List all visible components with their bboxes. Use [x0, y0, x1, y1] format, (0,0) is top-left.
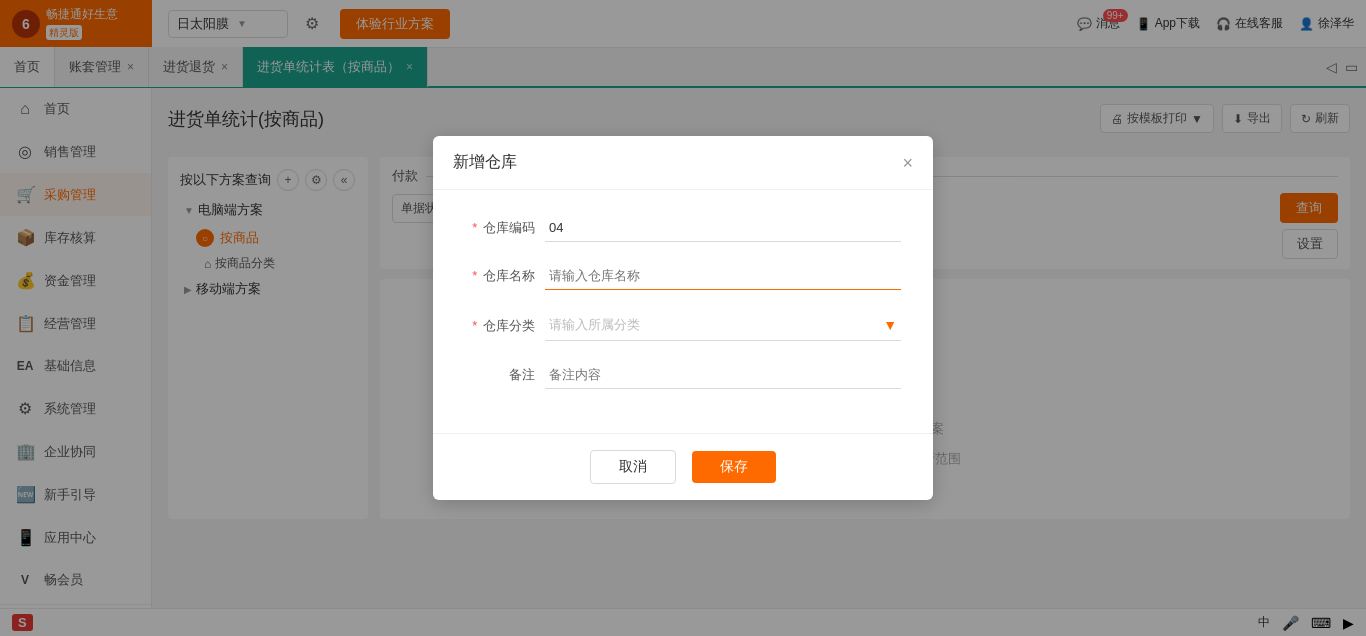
code-required-mark: * [472, 220, 477, 235]
warehouse-code-input[interactable] [545, 214, 901, 242]
name-label: * 仓库名称 [465, 267, 545, 285]
category-required-mark: * [472, 318, 477, 333]
form-row-category: * 仓库分类 请输入所属分类 ▼ [465, 310, 901, 341]
name-required-mark: * [472, 268, 477, 283]
new-warehouse-modal: 新增仓库 × * 仓库编码 * 仓库名称 [433, 136, 933, 500]
modal-overlay: 新增仓库 × * 仓库编码 * 仓库名称 [0, 0, 1366, 636]
category-arrow-icon: ▼ [883, 317, 897, 333]
category-placeholder: 请输入所属分类 [549, 316, 883, 334]
modal-header: 新增仓库 × [433, 136, 933, 190]
remark-label: 备注 [465, 366, 545, 384]
category-label: * 仓库分类 [465, 317, 545, 335]
modal-title: 新增仓库 [453, 152, 517, 173]
code-label: * 仓库编码 [465, 219, 545, 237]
warehouse-remark-input[interactable] [545, 361, 901, 389]
warehouse-name-input[interactable] [545, 262, 901, 290]
form-row-remark: 备注 [465, 361, 901, 389]
category-select[interactable]: 请输入所属分类 ▼ [545, 310, 901, 341]
form-row-name: * 仓库名称 [465, 262, 901, 290]
form-row-code: * 仓库编码 [465, 214, 901, 242]
cancel-button[interactable]: 取消 [590, 450, 676, 484]
save-button[interactable]: 保存 [692, 451, 776, 483]
modal-footer: 取消 保存 [433, 433, 933, 500]
modal-close-button[interactable]: × [902, 154, 913, 172]
modal-body: * 仓库编码 * 仓库名称 * 仓库分类 请输入 [433, 190, 933, 433]
